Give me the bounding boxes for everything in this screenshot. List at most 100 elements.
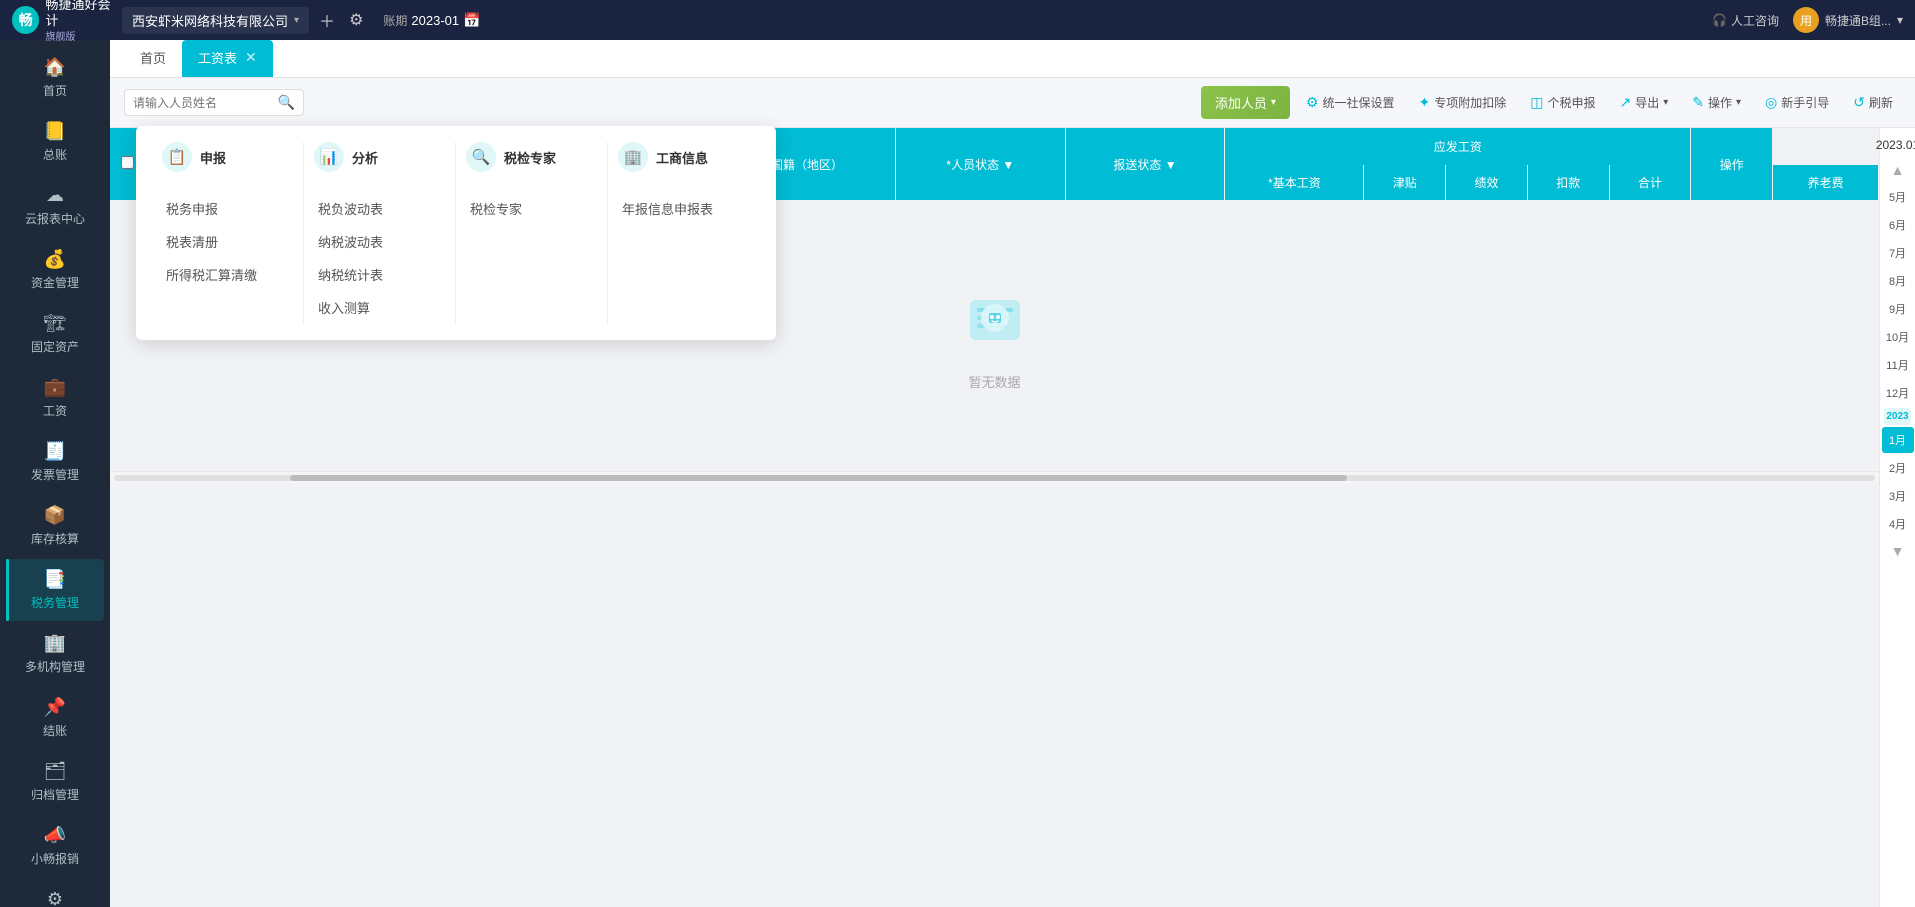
add-icon[interactable]: ＋ bbox=[319, 8, 335, 32]
search-input-wrap[interactable]: 🔍 bbox=[124, 89, 304, 116]
search-input[interactable] bbox=[133, 96, 272, 110]
th-performance: 绩效 bbox=[1446, 165, 1528, 200]
top-right-area: 🎧 人工咨询 用 畅捷通B组... ▾ bbox=[1712, 7, 1903, 33]
right-panel-month-7[interactable]: 7月 bbox=[1882, 240, 1914, 266]
toolbar-guide[interactable]: ◎ 新手引导 bbox=[1757, 89, 1837, 116]
menu-item-annual-report[interactable]: 年报信息申报表 bbox=[618, 192, 750, 225]
menu-item-tax-table[interactable]: 税表清册 bbox=[162, 225, 293, 258]
sidebar-item-closing[interactable]: 📌 结账 bbox=[6, 687, 104, 749]
menu-item-tax-filing[interactable]: 税务申报 bbox=[162, 192, 293, 225]
empty-text: 暂无数据 bbox=[968, 372, 1020, 391]
sidebar-item-funds[interactable]: 💰 资金管理 bbox=[6, 239, 104, 301]
menu-item-income-tax-settle[interactable]: 所得税汇算清缴 bbox=[162, 258, 293, 291]
tab-payroll[interactable]: 工资表 ✕ bbox=[182, 40, 273, 77]
headset-icon: 🎧 bbox=[1712, 13, 1727, 27]
menu-item-income-estimate[interactable]: 收入测算 bbox=[314, 291, 445, 324]
period-value: 2023-01 bbox=[411, 13, 459, 28]
empty-icon bbox=[955, 280, 1035, 360]
th-report-status[interactable]: 报送状态 ▼ bbox=[1065, 128, 1225, 200]
menu-item-tax-stats[interactable]: 纳税统计表 bbox=[314, 258, 445, 291]
add-person-button[interactable]: 添加人员 ▾ bbox=[1201, 86, 1290, 119]
th-total: 合计 bbox=[1609, 165, 1691, 200]
declaration-title: 申报 bbox=[200, 148, 226, 167]
sidebar-item-label: 固定资产 bbox=[31, 338, 79, 355]
right-panel-up-arrow[interactable]: ▲ bbox=[1887, 158, 1909, 182]
analysis-icon: 📊 bbox=[314, 142, 344, 172]
user-dropdown-arrow[interactable]: ▾ bbox=[1897, 13, 1903, 27]
right-panel-month-12[interactable]: 12月 bbox=[1882, 380, 1914, 406]
sidebar-item-label: 税务管理 bbox=[31, 594, 79, 611]
th-payroll-group: 应发工资 bbox=[1225, 128, 1691, 165]
tab-bar: 首页 工资表 ✕ bbox=[110, 40, 1915, 78]
tax-expert-icon: 🔍 bbox=[466, 142, 496, 172]
menu-item-tax-burden[interactable]: 税负波动表 bbox=[314, 192, 445, 225]
sidebar-item-settings[interactable]: ⚙ 基础设置 bbox=[6, 879, 104, 907]
sidebar-item-ledger[interactable]: 📒 总账 bbox=[6, 111, 104, 173]
sidebar-item-invoice[interactable]: 🧾 发票管理 bbox=[6, 431, 104, 493]
right-panel-month-5[interactable]: 5月 bbox=[1882, 184, 1914, 210]
right-panel-month-2[interactable]: 2月 bbox=[1882, 455, 1914, 481]
th-pension: 养老费 bbox=[1773, 165, 1879, 200]
sidebar-item-home[interactable]: 🏠 首页 bbox=[6, 47, 104, 109]
toolbar-special-deduction[interactable]: ✦ 专项附加扣除 bbox=[1410, 89, 1514, 116]
period-calendar-icon[interactable]: 📅 bbox=[463, 12, 480, 29]
filter-icon[interactable]: ▼ bbox=[1165, 158, 1177, 172]
toolbar-action-label: 专项附加扣除 bbox=[1434, 94, 1506, 111]
scrollbar-thumb[interactable] bbox=[290, 475, 1347, 481]
settings-icon[interactable]: ⚙ bbox=[349, 10, 363, 30]
right-panel-month-10[interactable]: 10月 bbox=[1882, 324, 1914, 350]
sidebar-item-archive[interactable]: 🗂 归档管理 bbox=[6, 751, 104, 813]
right-panel-month-9[interactable]: 9月 bbox=[1882, 296, 1914, 322]
scrollbar-track[interactable] bbox=[114, 475, 1875, 481]
right-panel-down-arrow[interactable]: ▼ bbox=[1887, 539, 1909, 563]
sidebar-item-assets[interactable]: 🏗 固定资产 bbox=[6, 303, 104, 365]
select-all-checkbox[interactable] bbox=[121, 156, 134, 169]
add-person-dropdown-arrow[interactable]: ▾ bbox=[1271, 97, 1276, 108]
menu-item-tax-change[interactable]: 纳税波动表 bbox=[314, 225, 445, 258]
dropdown-col-tax-expert: 🔍 税检专家 税检专家 bbox=[456, 142, 608, 324]
right-panel-month-11[interactable]: 11月 bbox=[1882, 352, 1914, 378]
right-panel-month-3[interactable]: 3月 bbox=[1882, 483, 1914, 509]
right-panel-month-1[interactable]: 1月 bbox=[1882, 427, 1914, 453]
bottom-scrollbar[interactable] bbox=[110, 471, 1879, 483]
tab-home[interactable]: 首页 bbox=[124, 40, 182, 77]
toolbar-refresh[interactable]: ↺ 刷新 bbox=[1845, 89, 1901, 116]
archive-icon: 🗂 bbox=[44, 761, 67, 782]
sidebar-item-multi-org[interactable]: 🏢 多机构管理 bbox=[6, 623, 104, 685]
th-allowance: 津贴 bbox=[1364, 165, 1446, 200]
toolbar-tax-report[interactable]: ◫ 个税申报 bbox=[1522, 89, 1603, 116]
right-panel-month-4[interactable]: 4月 bbox=[1882, 511, 1914, 537]
menu-item-tax-expert[interactable]: 税检专家 bbox=[466, 192, 597, 225]
toolbar-social-security[interactable]: ⚙ 统一社保设置 bbox=[1298, 89, 1403, 116]
top-quick-icons: ＋ ⚙ bbox=[319, 8, 363, 32]
inventory-icon: 📦 bbox=[44, 505, 66, 526]
company-dropdown-arrow[interactable]: ▾ bbox=[294, 15, 299, 26]
tab-close-icon[interactable]: ✕ bbox=[245, 49, 257, 66]
filter-icon[interactable]: ▼ bbox=[1002, 158, 1014, 172]
sidebar-item-expenses[interactable]: 📣 小畅报销 bbox=[6, 815, 104, 877]
right-panel-month-8[interactable]: 8月 bbox=[1882, 268, 1914, 294]
sidebar-item-label: 归档管理 bbox=[31, 786, 79, 803]
sidebar-item-label: 小畅报销 bbox=[31, 850, 79, 867]
th-person-status[interactable]: *人员状态 ▼ bbox=[896, 128, 1065, 200]
sidebar-item-cloud[interactable]: ☁ 云报表中心 bbox=[6, 175, 104, 237]
assets-icon: 🏗 bbox=[44, 313, 67, 334]
right-panel-month-6[interactable]: 6月 bbox=[1882, 212, 1914, 238]
user-area[interactable]: 用 畅捷通B组... ▾ bbox=[1793, 7, 1903, 33]
sidebar-item-payroll[interactable]: 💼 工资 bbox=[6, 367, 104, 429]
home-icon: 🏠 bbox=[44, 57, 66, 78]
operate-arrow-icon[interactable]: ▾ bbox=[1736, 97, 1741, 108]
logo-text: 畅捷通好会计 bbox=[45, 0, 122, 28]
help-button[interactable]: 🎧 人工咨询 bbox=[1712, 12, 1779, 29]
invoice-icon: 🧾 bbox=[44, 441, 66, 462]
toolbar-export[interactable]: ↗ 导出 ▾ bbox=[1611, 89, 1676, 116]
export-arrow-icon[interactable]: ▾ bbox=[1663, 97, 1668, 108]
tab-payroll-label: 工资表 bbox=[198, 48, 237, 67]
sidebar-item-label: 库存核算 bbox=[31, 530, 79, 547]
dropdown-col-declaration-header: 📋 申报 bbox=[162, 142, 293, 180]
toolbar-operate[interactable]: ✎ 操作 ▾ bbox=[1684, 89, 1749, 116]
sidebar-item-tax[interactable]: 📑 税务管理 bbox=[6, 559, 104, 621]
sidebar-item-inventory[interactable]: 📦 库存核算 bbox=[6, 495, 104, 557]
company-selector[interactable]: 西安虾米网络科技有限公司 ▾ bbox=[122, 7, 309, 34]
closing-icon: 📌 bbox=[44, 697, 66, 718]
